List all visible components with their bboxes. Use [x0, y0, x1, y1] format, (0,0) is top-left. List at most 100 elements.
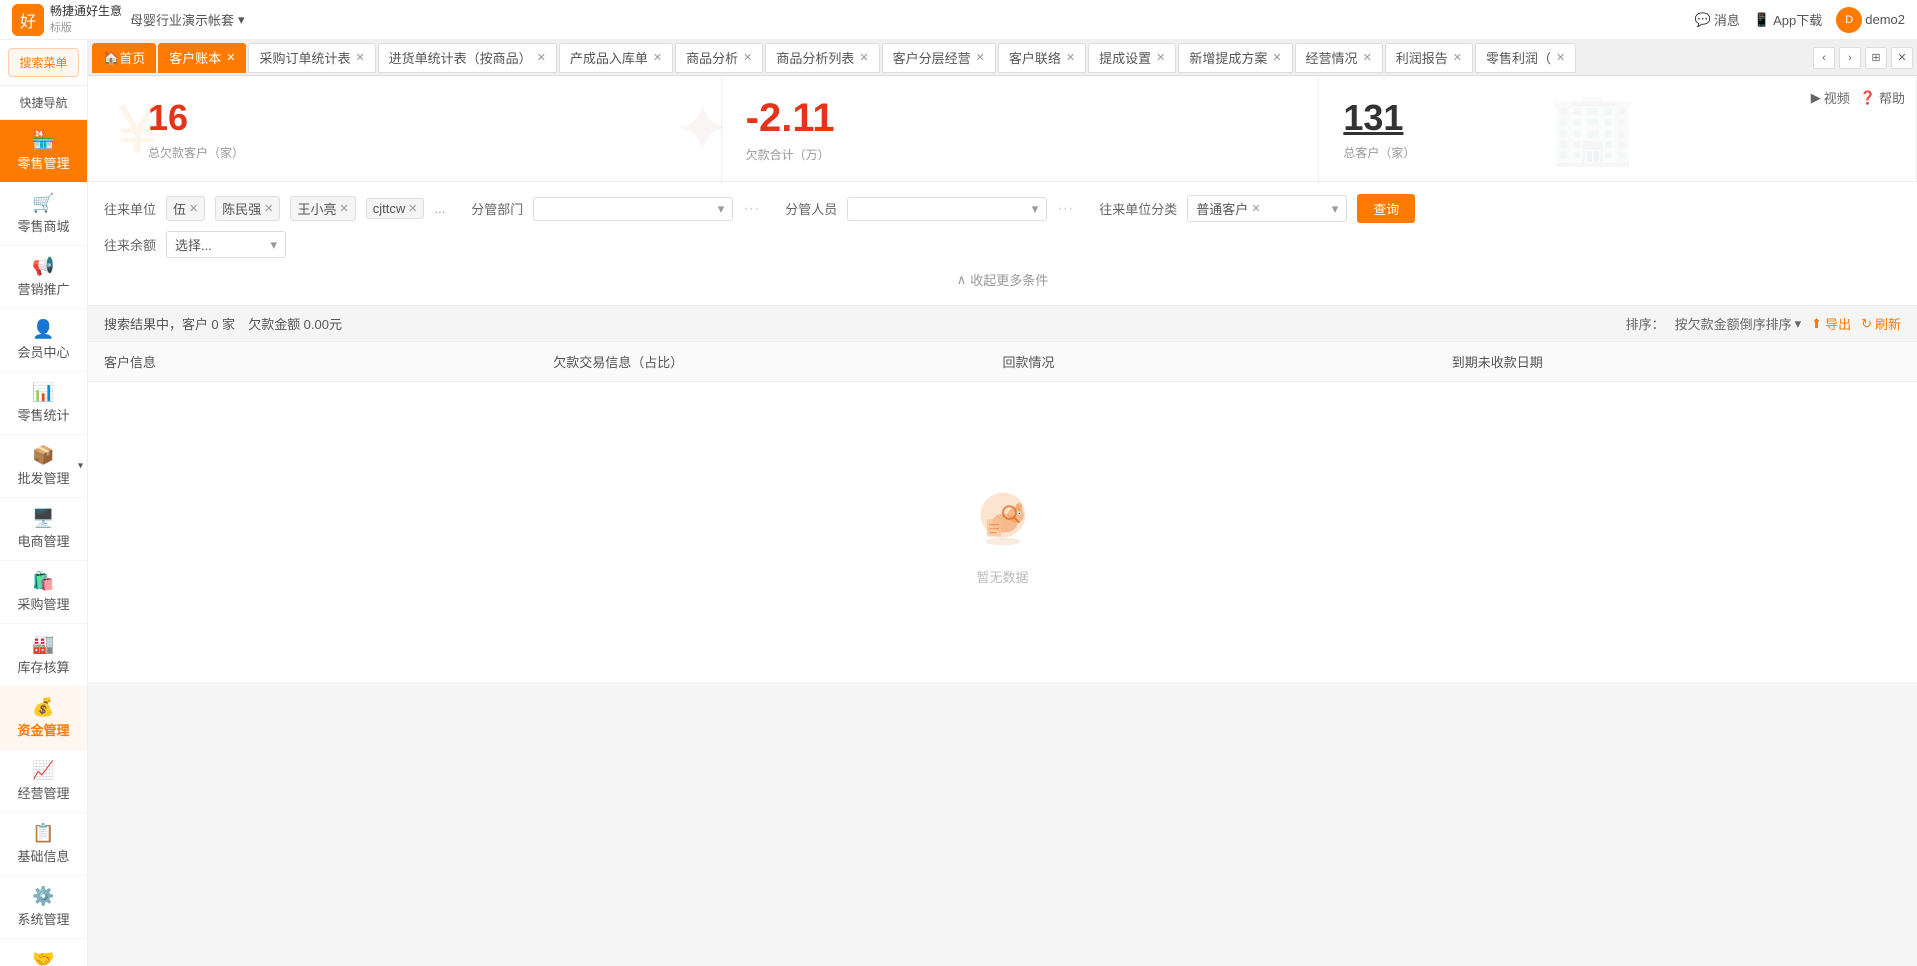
person-filter-select[interactable]: ▾ — [847, 197, 1047, 221]
tab-customer-contact[interactable]: 客户联络 ✕ — [998, 43, 1086, 73]
sidebar-item-purchase[interactable]: 🛍️ 采购管理 — [0, 561, 87, 624]
home-icon: 🏠 — [103, 50, 119, 66]
sort-option: 按欠款金额倒序排序 — [1675, 314, 1792, 333]
tab-goods-analysis[interactable]: 商品分析 ✕ — [675, 43, 763, 73]
filter-tag-wangxiaoliang: 王小亮 ✕ — [290, 196, 355, 221]
top-bar: 好 畅捷通好生意 标版 母婴行业演示帐套 ▾ 💬 消息 📱 App下载 D de… — [0, 0, 1917, 40]
tab-goods-analysis-list[interactable]: 商品分析列表 ✕ — [765, 43, 879, 73]
tab-close-btn[interactable]: ✕ — [743, 51, 752, 64]
sidebar-item-label: 资金管理 — [17, 723, 69, 738]
sidebar-item-retail-mall[interactable]: 🛒 零售商城 — [0, 183, 87, 246]
app-download-btn[interactable]: 📱 App下载 — [1754, 10, 1822, 29]
tab-close-btn[interactable]: ✕ — [226, 51, 235, 64]
filter-section: 往来单位 伍 ✕ 陈民强 ✕ 王小亮 ✕ cjttcw — [88, 182, 1917, 306]
tab-product-instock[interactable]: 产成品入库单 ✕ — [559, 43, 673, 73]
tab-customer-layer[interactable]: 客户分层经营 ✕ — [882, 43, 996, 73]
tab-expand-btn[interactable]: ⊞ — [1865, 47, 1887, 69]
sidebar-item-enterprise[interactable]: 🤝 企业协同 — [0, 939, 87, 966]
tab-close-btn[interactable]: ✕ — [1453, 51, 1462, 64]
debt-label: 欠款金额 — [248, 317, 300, 332]
filter-tag-chenminqiang: 陈民强 ✕ — [215, 196, 280, 221]
message-label: 消息 — [1714, 10, 1740, 29]
message-icon: 💬 — [1695, 12, 1711, 28]
sidebar-item-finance[interactable]: 💰 资金管理 — [0, 687, 87, 750]
sidebar: 搜索菜单 快捷导航 🏪 零售管理 🛒 零售商城 📢 营销推广 👤 会员中心 📊 … — [0, 40, 88, 966]
sidebar-item-member-center[interactable]: 👤 会员中心 — [0, 309, 87, 372]
remainder-filter-select[interactable]: 选择... ▾ — [166, 231, 286, 258]
sidebar-item-label: 库存核算 — [17, 660, 69, 675]
filter-tag-wu-close[interactable]: ✕ — [189, 202, 198, 215]
tab-close-btn[interactable]: ✕ — [355, 51, 364, 64]
tab-close-all-btn[interactable]: ✕ — [1891, 47, 1913, 69]
tab-ops-situation[interactable]: 经营情况 ✕ — [1295, 43, 1383, 73]
tab-close-btn[interactable]: ✕ — [653, 51, 662, 64]
message-btn[interactable]: 💬 消息 — [1695, 10, 1740, 29]
category-filter-select[interactable]: 普通客户 ✕ ▾ — [1187, 195, 1347, 222]
category-tag-ordinary-close[interactable]: ✕ — [1251, 202, 1260, 215]
tab-improve-settings[interactable]: 提成设置 ✕ — [1088, 43, 1176, 73]
tab-purchase-order[interactable]: 采购订单统计表 ✕ — [248, 43, 375, 73]
user-area[interactable]: D demo2 — [1836, 7, 1905, 33]
export-btn[interactable]: ⬆ 导出 — [1811, 314, 1851, 333]
tab-close-btn[interactable]: ✕ — [1363, 51, 1372, 64]
person-more-btn[interactable]: ··· — [1057, 200, 1073, 218]
filter-tag-wang-close[interactable]: ✕ — [340, 202, 349, 215]
member-center-icon: 👤 — [6, 319, 81, 340]
sidebar-item-ops[interactable]: 📈 经营管理 — [0, 750, 87, 813]
sidebar-item-sys[interactable]: ⚙️ 系统管理 — [0, 876, 87, 939]
tab-close-btn[interactable]: ✕ — [537, 51, 546, 64]
industry-selector[interactable]: 母婴行业演示帐套 ▾ — [130, 10, 245, 29]
tab-close-btn[interactable]: ✕ — [1066, 51, 1075, 64]
tab-next-btn[interactable]: › — [1839, 47, 1861, 69]
refresh-btn[interactable]: ↻ 刷新 — [1861, 314, 1901, 333]
sidebar-item-marketing[interactable]: 📢 营销推广 — [0, 246, 87, 309]
tab-close-btn[interactable]: ✕ — [859, 51, 868, 64]
query-button[interactable]: 查询 — [1357, 194, 1415, 223]
tab-new-improve-plan[interactable]: 新增提成方案 ✕ — [1178, 43, 1292, 73]
filter-tag-chen-close[interactable]: ✕ — [264, 202, 273, 215]
tab-close-btn[interactable]: ✕ — [1556, 51, 1565, 64]
sidebar-item-inventory[interactable]: 🏭 库存核算 — [0, 624, 87, 687]
tab-profit-report[interactable]: 利润报告 ✕ — [1385, 43, 1473, 73]
dept-filter-select[interactable]: ▾ — [533, 197, 733, 221]
collapse-btn[interactable]: ∧ 收起更多条件 — [104, 266, 1901, 293]
sidebar-item-label: 会员中心 — [17, 345, 69, 360]
sidebar-item-label: 电商管理 — [17, 534, 69, 549]
tab-label: 客户分层经营 — [893, 48, 971, 67]
stat-block-customers: 16 总欠款客户（家） — [88, 76, 722, 181]
sidebar-item-ecom[interactable]: 🖥️ 电商管理 — [0, 498, 87, 561]
empty-text: 暂无数据 — [976, 567, 1028, 586]
export-icon: ⬆ — [1811, 316, 1822, 332]
chevron-down-icon: ▾ — [1332, 201, 1339, 217]
filter-tag-cjttcw: cjttcw ✕ — [366, 198, 425, 219]
tab-goods-stats[interactable]: 进货单统计表（按商品） ✕ — [378, 43, 557, 73]
sidebar-item-wholesale-mgmt[interactable]: 📦 批发管理 — [0, 435, 87, 498]
sidebar-search-btn[interactable]: 搜索菜单 — [8, 48, 79, 77]
sidebar-item-retail-mgmt[interactable]: 🏪 零售管理 — [0, 120, 87, 183]
tab-prev-btn[interactable]: ‹ — [1813, 47, 1835, 69]
tab-retail-profit[interactable]: 零售利润（ ✕ — [1475, 43, 1576, 73]
sidebar-item-basic-info[interactable]: 📋 基础信息 — [0, 813, 87, 876]
sidebar-item-retail-stats[interactable]: 📊 零售统计 — [0, 372, 87, 435]
total-customers-value: 131 — [1343, 96, 1403, 139]
results-actions: 排序： 按欠款金额倒序排序 ▾ ⬆ 导出 ↻ 刷新 — [1626, 314, 1901, 333]
tab-close-btn[interactable]: ✕ — [1272, 51, 1281, 64]
tab-label: 进货单统计表（按商品） — [389, 48, 532, 67]
ecom-icon: 🖥️ — [6, 508, 81, 529]
tab-customer-debt[interactable]: 客户账本 ✕ — [158, 43, 246, 73]
help-label: 帮助 — [1879, 88, 1905, 107]
tab-home[interactable]: 🏠 首页 — [92, 43, 156, 73]
tab-close-btn[interactable]: ✕ — [1156, 51, 1165, 64]
video-btn[interactable]: ▶ 视频 — [1811, 88, 1850, 107]
logo-area: 好 畅捷通好生意 标版 — [12, 4, 122, 36]
chevron-down-icon: ▾ — [718, 201, 725, 217]
dept-more-btn[interactable]: ··· — [743, 200, 759, 218]
results-bar: 搜索结果中，客户 0 家 欠款金额 0.00元 排序： 按欠款金额倒序排序 ▾ … — [88, 306, 1917, 342]
tab-close-btn[interactable]: ✕ — [976, 51, 985, 64]
help-btn[interactable]: ❓ 帮助 — [1860, 88, 1905, 107]
sidebar-quick-nav[interactable]: 快捷导航 — [0, 86, 87, 120]
debt-total-label: 欠款合计（万） — [746, 146, 830, 163]
filter-tag-cjttcw-close[interactable]: ✕ — [408, 202, 417, 215]
filter-more-tags[interactable]: ... — [434, 201, 445, 216]
sort-select[interactable]: 按欠款金额倒序排序 ▾ — [1675, 314, 1802, 333]
